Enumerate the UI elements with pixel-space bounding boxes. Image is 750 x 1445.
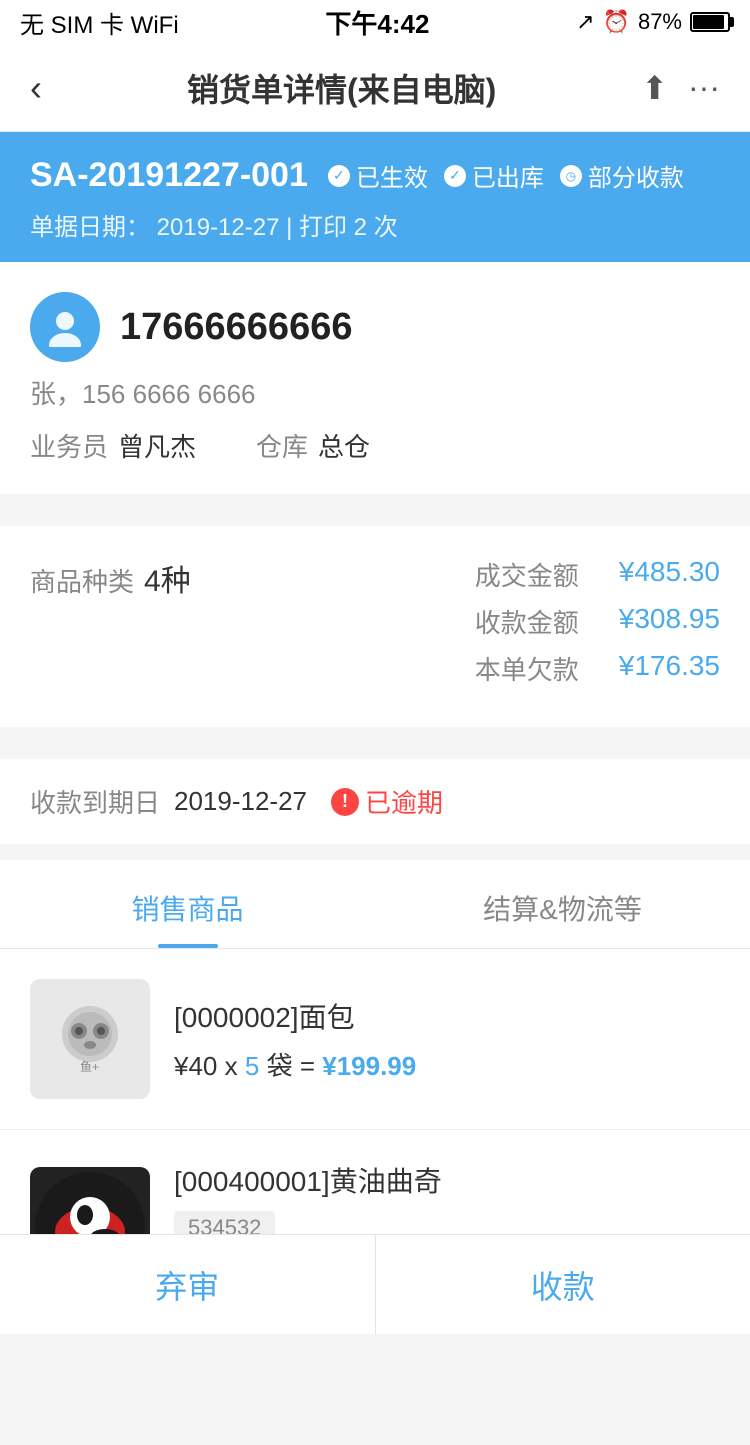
tab-settlement[interactable]: 结算&物流等: [375, 860, 750, 948]
check-icon-effective: ✓: [328, 165, 350, 187]
due-date-value: 2019-12-27: [174, 786, 307, 817]
due-date-label: 收款到期日: [30, 783, 160, 820]
location-icon: ↗: [576, 9, 594, 35]
nav-bar: ‹ 销货单详情(来自电脑) ⬆ ···: [0, 44, 750, 132]
customer-phone: 17666666666: [120, 306, 352, 349]
banner-sub-row: 单据日期： 2019-12-27 | 打印 2 次: [30, 207, 720, 242]
summary-left: 商品种类 4种: [30, 556, 191, 600]
tab-products[interactable]: 销售商品: [0, 860, 375, 948]
badge-effective: ✓ 已生效: [328, 158, 428, 193]
status-left: 无 SIM 卡 WiFi: [20, 5, 179, 40]
product-unit-price-bread: ¥40: [174, 1051, 217, 1081]
customer-header: 17666666666: [30, 292, 720, 362]
product-type-label: 商品种类: [30, 562, 134, 599]
owl-logo-icon: 鱼+: [50, 999, 130, 1079]
product-unit-bread: 袋: [267, 1051, 293, 1081]
summary-row: 商品种类 4种 成交金额 ¥485.30 收款金额 ¥308.95 本单欠款 ¥…: [30, 556, 720, 697]
customer-name: 张，156 6666 6666: [30, 374, 720, 411]
customer-section: 17666666666 张，156 6666 6666 业务员 曾凡杰 仓库 总…: [0, 262, 750, 494]
badge-group: ✓ 已生效 ✓ 已出库 ◷ 部分收款: [328, 158, 684, 193]
sim-label: 无 SIM 卡 WiFi: [20, 5, 179, 40]
badge-shipped-label: 已出库: [472, 158, 544, 193]
share-icon[interactable]: ⬆: [641, 69, 668, 107]
salesperson-item: 业务员 曾凡杰: [30, 427, 196, 464]
product-name-bread: [0000002]面包: [174, 996, 720, 1036]
confirm-payment-button[interactable]: 收款: [376, 1235, 750, 1334]
product-thumb-bread: 鱼+: [30, 979, 150, 1099]
amount-label: 成交金额: [475, 556, 579, 593]
due-date-section: 收款到期日 2019-12-27 ! 已逾期: [0, 759, 750, 844]
warehouse-value: 总仓: [318, 427, 370, 464]
badge-partial-label: 部分收款: [588, 158, 684, 193]
battery-percent: 87%: [638, 9, 682, 35]
order-id: SA-20191227-001: [30, 156, 308, 195]
received-value: ¥308.95: [619, 603, 720, 640]
print-label: | 打印 2 次: [286, 214, 398, 241]
overdue-icon: !: [331, 788, 359, 816]
product-x-bread: x: [225, 1051, 245, 1081]
debt-row: 本单欠款 ¥176.35: [475, 650, 720, 687]
gap-2: [0, 743, 750, 759]
debt-label: 本单欠款: [475, 650, 579, 687]
nav-actions: ⬆ ···: [641, 69, 720, 107]
order-header-banner: SA-20191227-001 ✓ 已生效 ✓ 已出库 ◷ 部分收款 单据日期：…: [0, 132, 750, 262]
overdue-badge: ! 已逾期: [331, 783, 443, 820]
salesperson-value: 曾凡杰: [118, 427, 196, 464]
page-title: 销货单详情(来自电脑): [187, 65, 496, 111]
tab-bar: 销售商品 结算&物流等: [0, 860, 750, 949]
check-icon-shipped: ✓: [444, 165, 466, 187]
avatar-icon: [45, 307, 85, 347]
more-icon[interactable]: ···: [688, 69, 720, 106]
date-label: 单据日期：: [30, 214, 150, 241]
summary-right: 成交金额 ¥485.30 收款金额 ¥308.95 本单欠款 ¥176.35: [475, 556, 720, 697]
product-name-cookie: [000400001]黄油曲奇: [174, 1160, 720, 1200]
product-total-bread: ¥199.99: [322, 1051, 416, 1081]
order-date: 2019-12-27: [157, 214, 280, 241]
status-time: 下午4:42: [325, 4, 429, 41]
warehouse-item: 仓库 总仓: [256, 427, 370, 464]
badge-shipped: ✓ 已出库: [444, 158, 544, 193]
avatar: [30, 292, 100, 362]
product-price-bread: ¥40 x 5 袋 = ¥199.99: [174, 1046, 720, 1083]
product-eq-bread: =: [300, 1051, 322, 1081]
svg-text:鱼+: 鱼+: [80, 1060, 99, 1074]
status-right: ↗ ⏰ 87%: [576, 9, 730, 35]
badge-effective-label: 已生效: [356, 158, 428, 193]
salesperson-label: 业务员: [30, 427, 108, 464]
badge-partial: ◷ 部分收款: [560, 158, 684, 193]
product-qty-bread: 5: [245, 1051, 259, 1081]
back-button[interactable]: ‹: [30, 67, 42, 109]
cancel-button[interactable]: 弃审: [0, 1235, 376, 1334]
amount-value: ¥485.30: [619, 556, 720, 593]
customer-meta: 业务员 曾凡杰 仓库 总仓: [30, 427, 720, 464]
warehouse-label: 仓库: [256, 427, 308, 464]
debt-value: ¥176.35: [619, 650, 720, 687]
gap-1: [0, 510, 750, 526]
amount-row: 成交金额 ¥485.30: [475, 556, 720, 593]
summary-section: 商品种类 4种 成交金额 ¥485.30 收款金额 ¥308.95 本单欠款 ¥…: [0, 526, 750, 727]
product-item: 鱼+ [0000002]面包 ¥40 x 5 袋 = ¥199.99: [0, 949, 750, 1130]
battery-icon: [690, 12, 730, 32]
banner-top-row: SA-20191227-001 ✓ 已生效 ✓ 已出库 ◷ 部分收款: [30, 156, 720, 195]
received-label: 收款金额: [475, 603, 579, 640]
product-info-bread: [0000002]面包 ¥40 x 5 袋 = ¥199.99: [174, 996, 720, 1083]
clock-icon-partial: ◷: [560, 165, 582, 187]
alarm-icon: ⏰: [603, 9, 630, 35]
product-type-count: 4种: [144, 556, 191, 600]
status-bar: 无 SIM 卡 WiFi 下午4:42 ↗ ⏰ 87%: [0, 0, 750, 44]
received-row: 收款金额 ¥308.95: [475, 603, 720, 640]
product-type-row: 商品种类 4种: [30, 556, 191, 600]
bottom-action-bar: 弃审 收款: [0, 1234, 750, 1334]
overdue-text: 已逾期: [365, 783, 443, 820]
